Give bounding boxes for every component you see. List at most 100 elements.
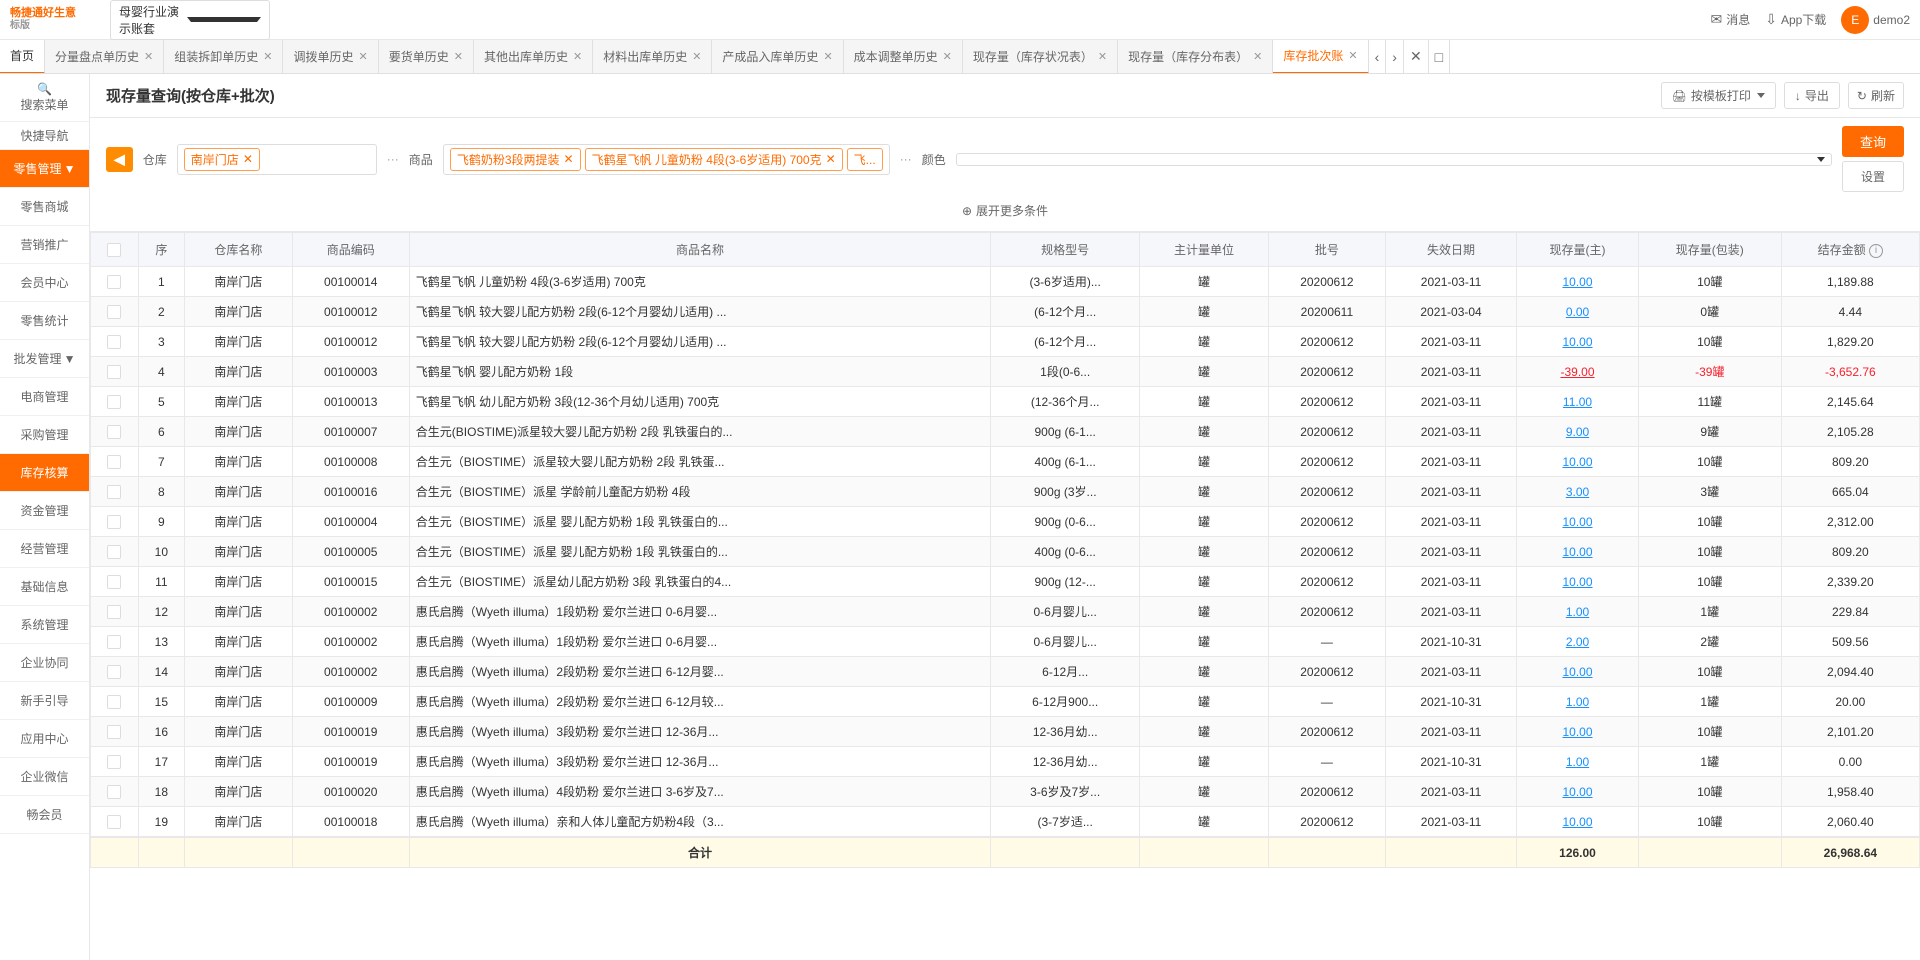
sidebar-item-corp[interactable]: 企业协同 [0, 644, 89, 682]
info-icon[interactable]: i [1869, 244, 1883, 258]
row-checkbox[interactable] [107, 635, 121, 649]
query-btn[interactable]: 查询 [1842, 126, 1904, 157]
product-tag1-close[interactable]: ✕ [564, 152, 574, 166]
product-more[interactable]: ··· [900, 152, 912, 166]
sidebar-search[interactable]: 🔍 搜索菜单 [0, 74, 89, 122]
sidebar-item-member[interactable]: 会员中心 [0, 264, 89, 302]
col-balance: 结存金额 i [1781, 233, 1919, 267]
row-checkbox[interactable] [107, 485, 121, 499]
sidebar-item-ecommerce[interactable]: 电商管理 [0, 378, 89, 416]
tab-close-icon[interactable]: ✕ [573, 50, 582, 63]
tab-next-btn[interactable]: › [1386, 40, 1404, 74]
sidebar-item-member2[interactable]: 畅会员 [0, 796, 89, 834]
tab-close-icon[interactable]: ✕ [263, 50, 272, 63]
tab-cunkuang2[interactable]: 现存量（库存分布表） ✕ [1118, 40, 1273, 74]
col-no: 序 [138, 233, 184, 267]
row-checkbox[interactable] [107, 695, 121, 709]
tab-close-icon[interactable]: ✕ [454, 50, 463, 63]
tab-close-icon[interactable]: ✕ [359, 50, 368, 63]
col-qty-main: 现存量(主) [1517, 233, 1639, 267]
sidebar-item-wholesale[interactable]: 批发管理 ▼ [0, 340, 89, 378]
sidebar-item-purchase[interactable]: 采购管理 [0, 416, 89, 454]
row-checkbox[interactable] [107, 815, 121, 829]
tab-prev-btn[interactable]: ‹ [1369, 40, 1387, 74]
tab-fenpan[interactable]: 分量盘点单历史 ✕ [45, 40, 164, 74]
tab-qitachuku[interactable]: 其他出库单历史 ✕ [474, 40, 593, 74]
row-checkbox[interactable] [107, 425, 121, 439]
table-container: 序 仓库名称 商品编码 商品名称 规格型号 主计量单位 批号 失效日期 现存量(… [90, 232, 1920, 960]
page-header: 现存量查询(按仓库+批次) 🖨 按模板打印 ↓ 导出 ↻ 刷新 [90, 74, 1920, 118]
tab-close-all-btn[interactable]: ✕ [1404, 40, 1429, 74]
sidebar-item-retail-stats[interactable]: 零售统计 [0, 302, 89, 340]
collapse-btn[interactable]: ◀ [106, 147, 133, 172]
tab-diaoba[interactable]: 调拨单历史 ✕ [283, 40, 378, 74]
row-checkbox[interactable] [107, 275, 121, 289]
warehouse-tag-close[interactable]: ✕ [243, 152, 253, 166]
tab-close-icon[interactable]: ✕ [1348, 49, 1357, 62]
row-checkbox[interactable] [107, 755, 121, 769]
tab-cunkuang1[interactable]: 现存量（库存状况表） ✕ [963, 40, 1118, 74]
color-filter[interactable] [956, 153, 1832, 166]
message-icon: ✉ [1710, 11, 1722, 28]
tab-home[interactable]: 首页 [0, 40, 45, 74]
sidebar-item-mall[interactable]: 零售商城 [0, 188, 89, 226]
sidebar-item-finance[interactable]: 资金管理 [0, 492, 89, 530]
tab-chengben[interactable]: 成本调整单历史 ✕ [844, 40, 963, 74]
sidebar-item-marketing[interactable]: 营销推广 [0, 226, 89, 264]
download-btn[interactable]: ⇩ App下载 [1765, 11, 1826, 28]
chevron-down-icon [1757, 93, 1765, 98]
tab-pici[interactable]: 库存批次账 ✕ [1273, 40, 1368, 74]
row-checkbox[interactable] [107, 335, 121, 349]
product-tag2-close[interactable]: ✕ [826, 152, 836, 166]
row-checkbox[interactable] [107, 395, 121, 409]
sidebar-item-apps[interactable]: 应用中心 [0, 720, 89, 758]
sidebar-item-wechat[interactable]: 企业微信 [0, 758, 89, 796]
filter-bar: ◀ 仓库 南岸门店 ✕ ··· 商品 飞鹤奶粉3段两提装 ✕ [90, 118, 1920, 232]
logo-area: 畅捷通好生意 标版 [10, 7, 100, 32]
sidebar-item-inventory[interactable]: 库存核算 [0, 454, 89, 492]
print-btn[interactable]: 🖨 按模板打印 [1661, 82, 1776, 109]
row-checkbox[interactable] [107, 455, 121, 469]
tab-close-icon[interactable]: ✕ [1098, 50, 1107, 63]
expand-btn[interactable]: ⊕ 展开更多条件 [952, 198, 1058, 223]
sidebar-nav[interactable]: 快捷导航 [0, 122, 89, 150]
tab-zuhe[interactable]: 组装拆卸单历史 ✕ [164, 40, 283, 74]
product-filter[interactable]: 飞鹤奶粉3段两提装 ✕ 飞鹤星飞帆 儿童奶粉 4段(3-6岁适用) 700克 ✕… [443, 144, 890, 175]
sidebar-item-operation[interactable]: 经营管理 [0, 530, 89, 568]
row-checkbox[interactable] [107, 365, 121, 379]
table-row: 2 南岸门店 00100012 飞鹤星飞帆 较大婴儿配方奶粉 2段(6-12个月… [91, 297, 1920, 327]
export-btn[interactable]: ↓ 导出 [1784, 82, 1840, 109]
row-checkbox[interactable] [107, 785, 121, 799]
col-batch: 批号 [1268, 233, 1385, 267]
setting-btn[interactable]: 设置 [1842, 161, 1904, 192]
tab-close-icon[interactable]: ✕ [1253, 50, 1262, 63]
checkbox-icon[interactable] [107, 243, 121, 257]
sidebar-item-basic[interactable]: 基础信息 [0, 568, 89, 606]
sidebar-item-system[interactable]: 系统管理 [0, 606, 89, 644]
tab-yaohuo[interactable]: 要货单历史 ✕ [379, 40, 474, 74]
tab-chengpin[interactable]: 产成品入库单历史 ✕ [712, 40, 843, 74]
refresh-btn[interactable]: ↻ 刷新 [1848, 82, 1904, 109]
tab-cailiao[interactable]: 材料出库单历史 ✕ [593, 40, 712, 74]
tab-close-icon[interactable]: ✕ [943, 50, 952, 63]
tab-close-icon[interactable]: ✕ [823, 50, 832, 63]
row-checkbox[interactable] [107, 575, 121, 589]
warehouse-tag: 南岸门店 ✕ [184, 148, 260, 171]
tab-close-icon[interactable]: ✕ [692, 50, 701, 63]
warehouse-more[interactable]: ··· [387, 152, 399, 166]
row-checkbox[interactable] [107, 665, 121, 679]
row-checkbox[interactable] [107, 725, 121, 739]
row-checkbox[interactable] [107, 605, 121, 619]
tab-close-icon[interactable]: ✕ [144, 50, 153, 63]
sidebar-item-guide[interactable]: 新手引导 [0, 682, 89, 720]
message-btn[interactable]: ✉ 消息 [1710, 11, 1750, 28]
tab-maximize-btn[interactable]: □ [1429, 40, 1450, 74]
sidebar-item-retail[interactable]: 零售管理 ▼ [0, 150, 89, 188]
row-checkbox[interactable] [107, 545, 121, 559]
warehouse-filter[interactable]: 南岸门店 ✕ [177, 144, 377, 175]
user-btn[interactable]: E demo2 [1841, 6, 1910, 34]
row-checkbox[interactable] [107, 515, 121, 529]
top-bar: 畅捷通好生意 标版 母婴行业演示账套 ✉ 消息 ⇩ App下载 E demo2 [0, 0, 1920, 40]
industry-selector[interactable]: 母婴行业演示账套 [110, 0, 270, 40]
row-checkbox[interactable] [107, 305, 121, 319]
